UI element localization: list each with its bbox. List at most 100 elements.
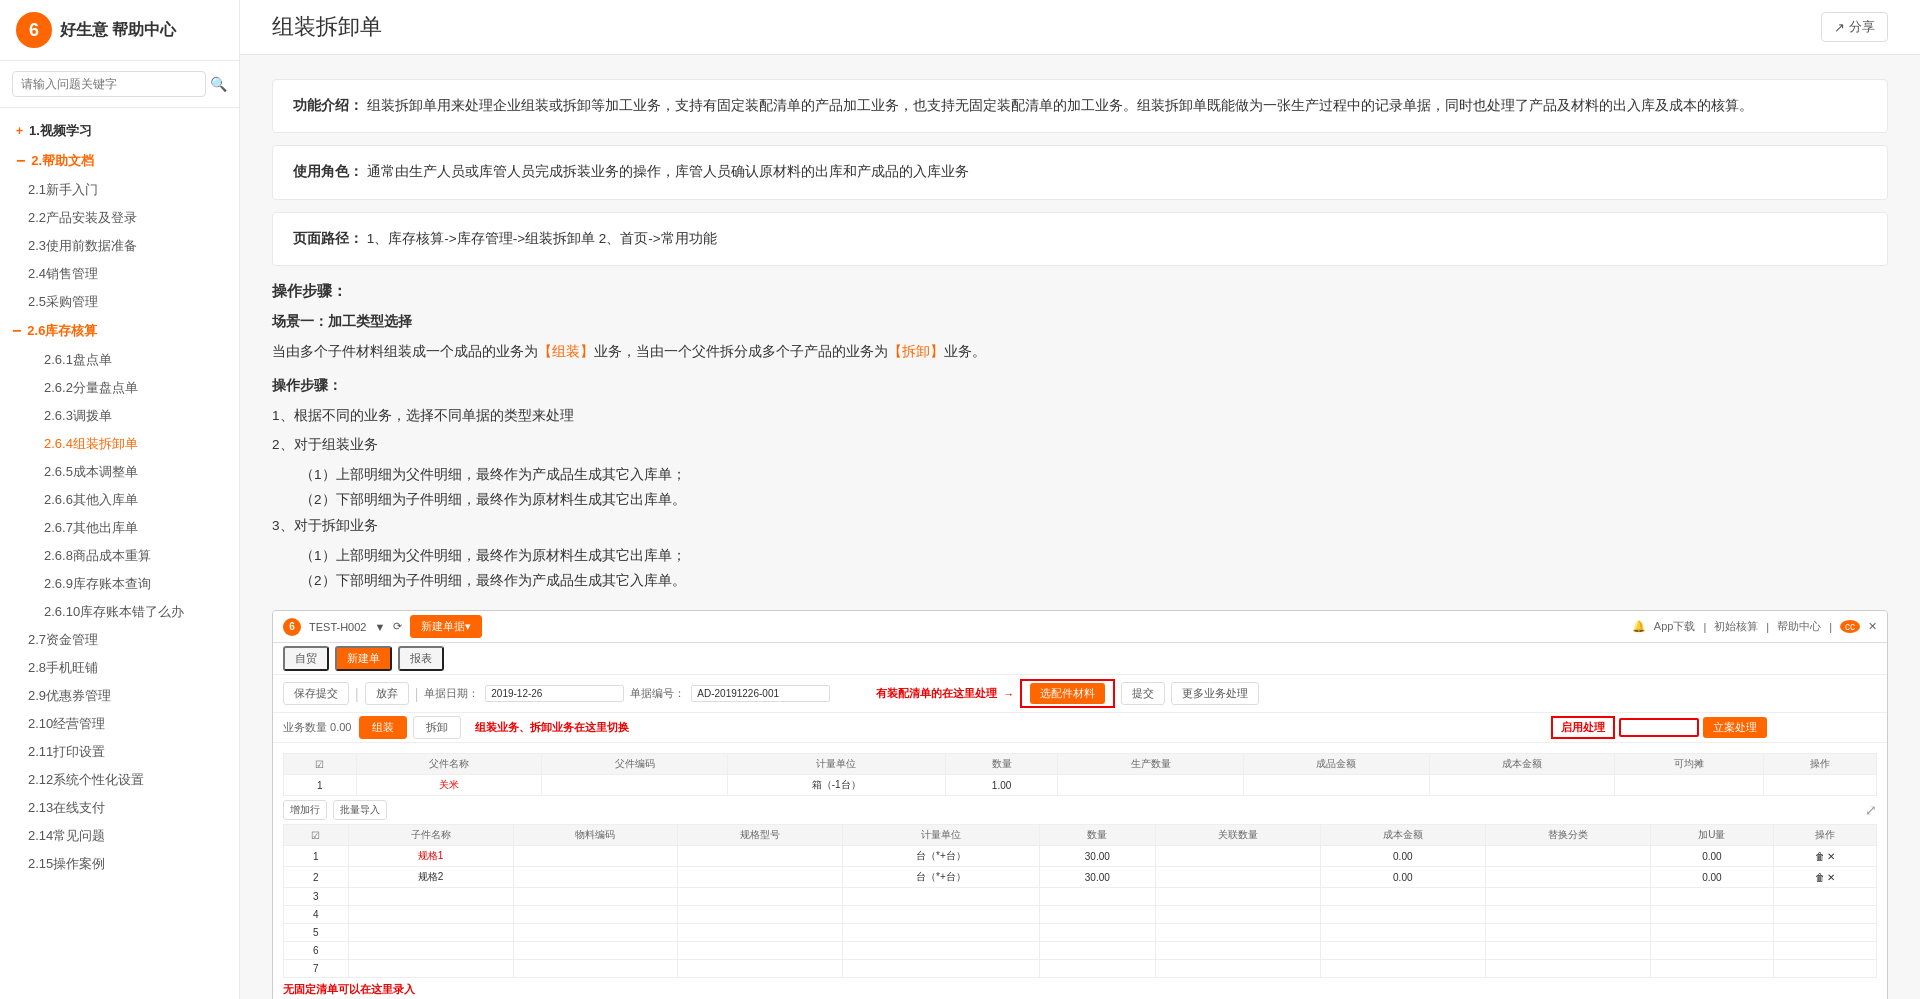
ss-tab-report[interactable]: 报表 [398,646,444,671]
ss-enable-btn[interactable]: 立案处理 [1703,717,1767,738]
ss-type-disassembly[interactable]: 拆卸 [413,716,461,739]
ss-enable-input[interactable] [1619,718,1699,737]
sidebar-item-stock-check[interactable]: 2.6.9库存账本查询 [44,570,239,598]
sidebar-item-docs-label: 2.帮助文档 [31,152,94,170]
sidebar-item-prepare[interactable]: 2.3使用前数据准备 [28,232,239,260]
ss-cell-unit: 箱（-1台） [727,775,945,796]
sidebar-item-mobile[interactable]: 2.8手机旺铺 [28,654,239,682]
ss-cell-ops [1764,775,1877,796]
sidebar-item-finance[interactable]: 2.7资金管理 [28,626,239,654]
share-label: 分享 [1849,18,1875,36]
step-1: 1、根据不同的业务，选择不同单据的类型来处理 [272,403,1888,429]
ss-cell-seq: 1 [284,775,357,796]
sidebar-item-coupon[interactable]: 2.9优惠券管理 [28,682,239,710]
sub-step-dis-1: （1）上部明细为父件明细，最终作为原材料生成其它出库单； [272,543,1888,569]
sidebar-item-print[interactable]: 2.11打印设置 [28,738,239,766]
ss-date-label: 单据日期： [424,686,479,701]
sidebar-item-sales[interactable]: 2.4销售管理 [28,260,239,288]
ss-top-sep3: | [1829,621,1832,633]
sidebar-item-partial[interactable]: 2.6.2分量盘点单 [44,374,239,402]
ss-topbar-right: 🔔 App下载 | 初始核算 | 帮助中心 | cc ✕ [1632,619,1877,634]
share-button[interactable]: ↗ 分享 [1821,12,1888,42]
ss-type-switch-area: 组装 拆卸 组装业务、拆卸业务在这里切换 [359,716,629,739]
ss-submit-btn[interactable]: 提交 [1121,682,1165,705]
sidebar-item-install[interactable]: 2.2产品安装及登录 [28,204,239,232]
ss-abandon-btn[interactable]: 放弃 [365,682,409,705]
ss-add-row-btn[interactable]: 增加行 [283,800,327,820]
sidebar: 6 好生意 帮助中心 🔍 + 1.视频学习 − 2.帮助文档 2.1新手入门 2… [0,0,240,999]
sidebar-item-newcomer[interactable]: 2.1新手入门 [28,176,239,204]
ss-company: TEST-H002 [309,621,366,633]
table-row: 5 [284,924,1877,942]
sidebar-item-cases[interactable]: 2.15操作案例 [28,850,239,878]
minus-icon: − [16,153,25,169]
screenshot-topbar: 6 TEST-H002 ▼ ⟳ 新建单据▾ 🔔 App下载 | 初始核算 | 帮… [273,611,1887,643]
ss-bottom-table-head: ☑ 子件名称 物料编码 规格型号 计量单位 数量 关联数量 成本金额 替换分类 … [284,825,1877,846]
ops-title: 操作步骤： [272,282,1888,301]
ss-topbar-left: 6 TEST-H002 ▼ ⟳ 新建单据▾ [283,615,482,638]
ss-annotation-has-bom: 有装配清单的在这里处理 [876,686,997,701]
ss-sep1: | [355,686,359,702]
intro-label: 功能介绍： [293,98,363,113]
ss-new-doc-btn[interactable]: 新建单据▾ [410,615,482,638]
ss-tab-home[interactable]: 自贸 [283,646,329,671]
sidebar-item-adjust[interactable]: 2.6.3调拨单 [44,402,239,430]
sidebar-item-video[interactable]: + 1.视频学习 [0,116,239,146]
sidebar-header: 6 好生意 帮助中心 [0,0,239,61]
nav-sub-inventory: 2.6.1盘点单 2.6.2分量盘点单 2.6.3调拨单 2.6.4组装拆卸单 … [28,346,239,626]
scene1-title: 场景一：加工类型选择 [272,313,1888,331]
sidebar-item-other-in[interactable]: 2.6.6其他入库单 [44,486,239,514]
sidebar-item-other-out[interactable]: 2.6.7其他出库单 [44,514,239,542]
search-box: 🔍 [0,61,239,108]
search-input[interactable] [12,71,206,97]
sidebar-item-account-err[interactable]: 2.6.10库存账本错了么办 [44,598,239,626]
main-area: 组装拆卸单 ↗ 分享 功能介绍： 组装拆卸单用来处理企业组装或拆卸等加工业务，支… [240,0,1920,999]
sidebar-item-assemble[interactable]: 2.6.4组装拆卸单 [44,430,239,458]
ss-bell-icon: 🔔 [1632,620,1646,633]
ss-refresh-icon: ⟳ [393,620,402,633]
sidebar-item-cost-calc[interactable]: 2.6.8商品成本重算 [44,542,239,570]
ss-ref-input[interactable] [691,685,830,702]
sidebar-item-inventory[interactable]: − 2.6库存核算 [12,316,239,346]
table-row: 7 [284,960,1877,978]
ss-bottom-table-body: 1 规格1 台（*+台） 30.00 0.00 0.00 🗑 ✕ [284,846,1877,978]
ss-batch-import-btn[interactable]: 批量导入 [333,800,387,820]
search-button[interactable]: 🔍 [210,76,227,92]
path-label: 页面路径： [293,231,363,246]
ss-date-input[interactable] [485,685,624,702]
ss-col-prod-amt: 成品金额 [1243,754,1429,775]
sidebar-item-faq[interactable]: 2.14常见问题 [28,822,239,850]
ss-top-table-head: ☑ 父件名称 父件编码 计量单位 数量 生产数量 成品金额 成本金额 可均摊 操… [284,754,1877,775]
ss-close-icon: ✕ [1868,620,1877,633]
ss-col-parent-name: 父件名称 [356,754,542,775]
sidebar-item-stocktake[interactable]: 2.6.1盘点单 [44,346,239,374]
content-area: 功能介绍： 组装拆卸单用来处理企业组装或拆卸等加工业务，支持有固定装配清单的产品… [240,55,1920,999]
sidebar-item-cost-adj[interactable]: 2.6.5成本调整单 [44,458,239,486]
ss-cell-qty: 1.00 [945,775,1058,796]
ss-col-unit: 计量单位 [727,754,945,775]
sub-step-assembly-2: （2）下部明细为子件明细，最终作为原材料生成其它出库单。 [272,487,1888,513]
ss-sep2: | [415,686,419,702]
ss-cell-parent-name: 关米 [356,775,542,796]
ss-num-label: 业务数量 0.00 [283,720,351,735]
ss-second-nav: 自贸 新建单 报表 [273,643,1887,675]
ss-select-parts-btn[interactable]: 选配件材料 [1030,683,1105,704]
sidebar-item-video-label: 1.视频学习 [29,122,92,140]
sidebar-item-purchase[interactable]: 2.5采购管理 [28,288,239,316]
ss-more-btn[interactable]: 更多业务处理 [1171,682,1259,705]
ss-col-prod-qty: 生产数量 [1058,754,1244,775]
sidebar-item-custom[interactable]: 2.12系统个性化设置 [28,766,239,794]
ss-tab-new[interactable]: 新建单 [335,646,392,671]
ss-col-alloc: 可均摊 [1615,754,1764,775]
ss-bottom-table: ☑ 子件名称 物料编码 规格型号 计量单位 数量 关联数量 成本金额 替换分类 … [283,824,1877,978]
table-row: 4 [284,906,1877,924]
ss-type-assembly[interactable]: 组装 [359,716,407,739]
sidebar-item-online-pay[interactable]: 2.13在线支付 [28,794,239,822]
sidebar-item-docs[interactable]: − 2.帮助文档 [0,146,239,176]
sidebar-item-ops[interactable]: 2.10经营管理 [28,710,239,738]
ss-dropdown-icon: ▼ [374,621,385,633]
screenshot-container: 6 TEST-H002 ▼ ⟳ 新建单据▾ 🔔 App下载 | 初始核算 | 帮… [272,610,1888,999]
ss-cell-alloc [1615,775,1764,796]
ss-save-btn[interactable]: 保存提交 [283,682,349,705]
logo-icon: 6 [16,12,52,48]
